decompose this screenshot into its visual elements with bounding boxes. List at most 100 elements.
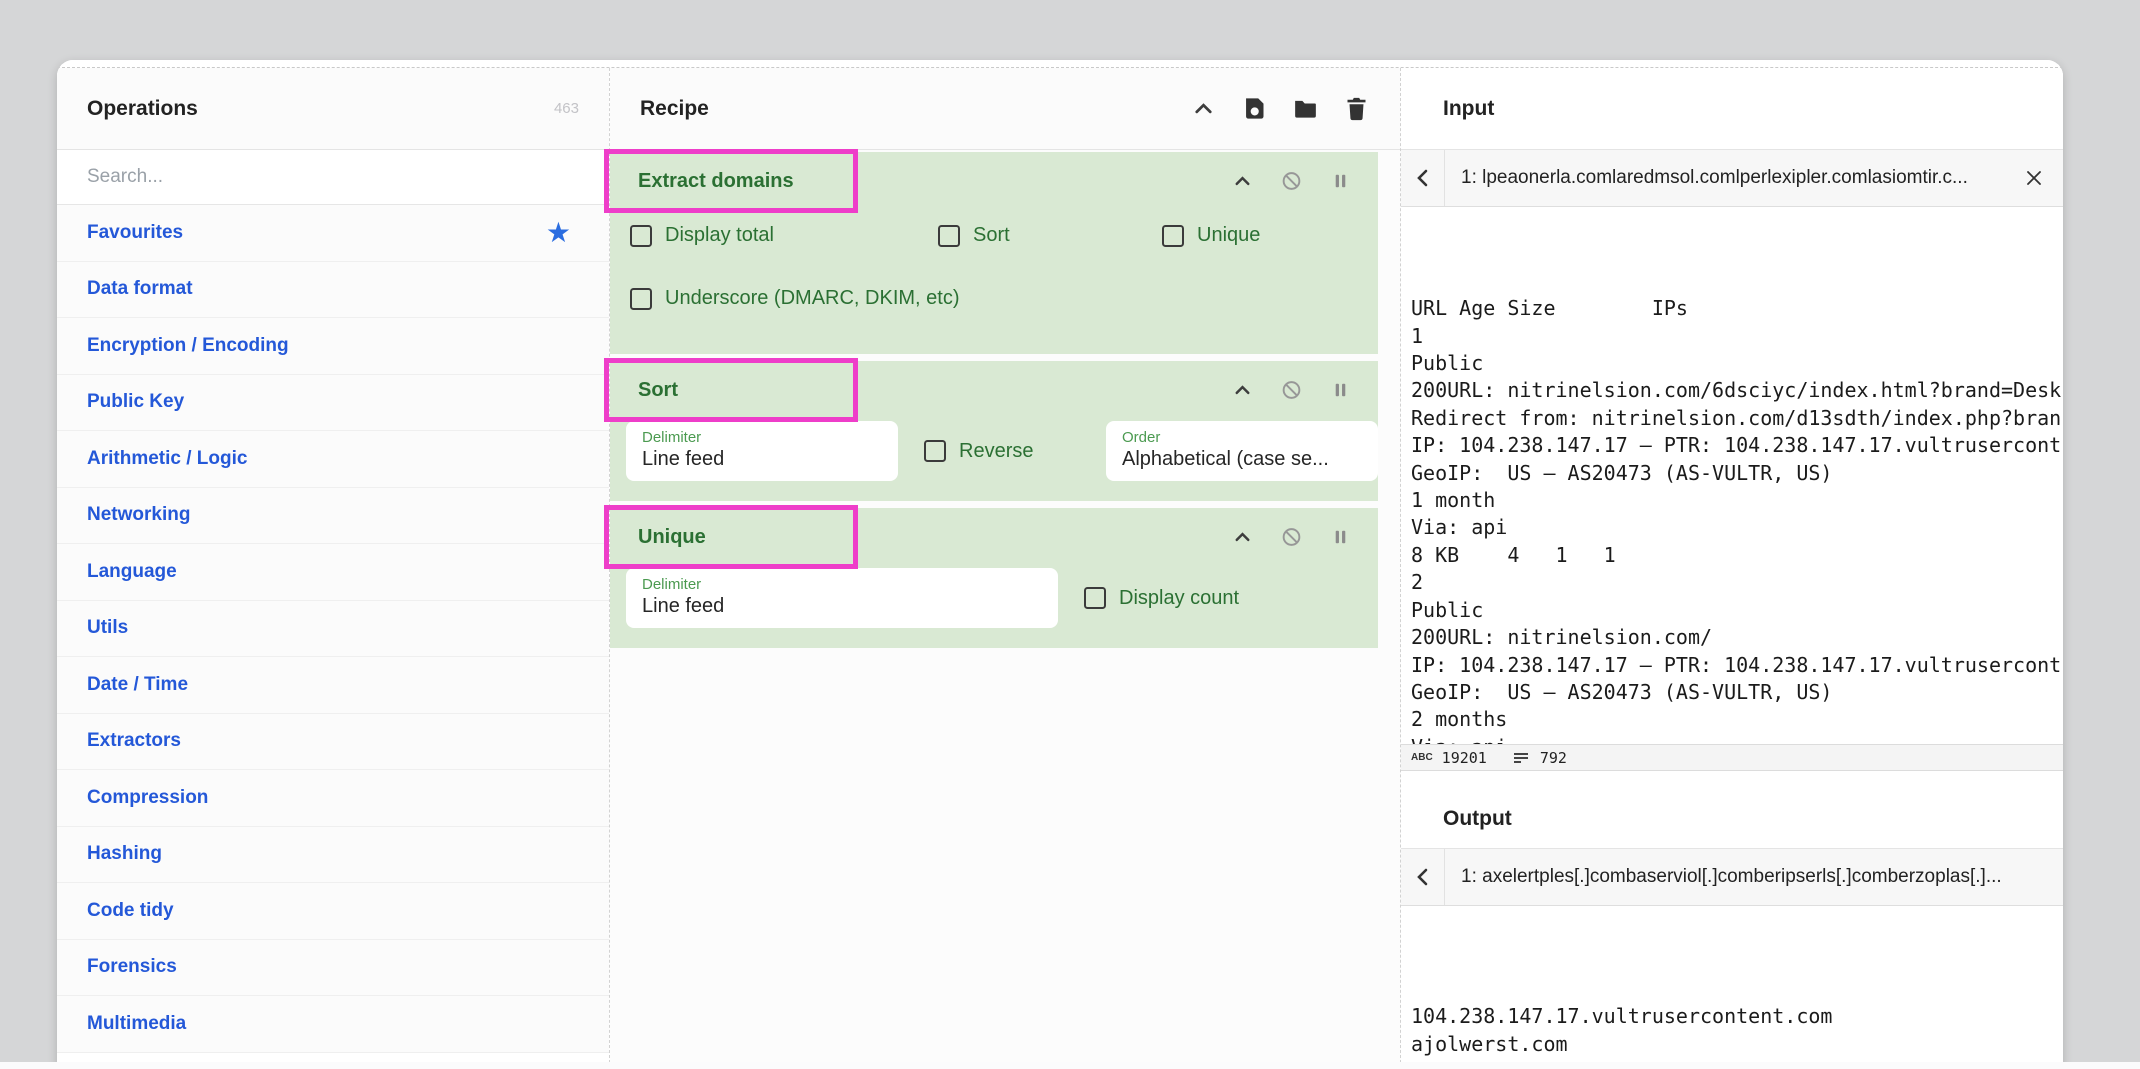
clear-recipe-trash-icon[interactable] — [1343, 95, 1370, 122]
output-title: Output — [1443, 807, 1512, 830]
checkbox-label: Unique — [1197, 224, 1261, 246]
input-line: Public — [1411, 597, 1484, 622]
category-row[interactable]: Multimedia — [57, 996, 609, 1053]
sort-delimiter-field[interactable]: Delimiter Line feed — [626, 421, 898, 481]
step-disable-icon[interactable] — [1280, 379, 1303, 402]
category-list: Favourites ★ Data format Encryption / En… — [57, 205, 609, 1053]
cyberchef-window: Operations 463 Favourites ★ Dat — [57, 60, 2063, 1069]
character-count-icon: ABC — [1411, 752, 1433, 763]
category-row[interactable]: Data format — [57, 261, 609, 318]
display-count-checkbox[interactable] — [1084, 587, 1106, 609]
field-value: Line feed — [642, 595, 725, 617]
category-label: Language — [87, 560, 177, 582]
step-options-row: Delimiter Line feed Display count — [610, 566, 1378, 648]
step-collapse-chevron-icon[interactable] — [1231, 170, 1254, 193]
field-value: Line feed — [642, 448, 725, 470]
step-controls — [1231, 170, 1352, 193]
reverse-checkbox[interactable] — [924, 440, 946, 462]
category-row[interactable]: Arithmetic / Logic — [57, 431, 609, 488]
input-line: IP: 104.238.147.17 – PTR: 104.238.147.17… — [1411, 433, 2062, 458]
category-row[interactable]: Forensics — [57, 939, 609, 996]
category-row[interactable]: Compression — [57, 770, 609, 827]
category-row[interactable]: Date / Time — [57, 657, 609, 714]
io-panel: Input 1: lpeaonerla.comlaredmsol.comlper… — [1401, 68, 2063, 1068]
output-tab-bar: 1: axelertples[.]combaserviol[.]comberip… — [1401, 849, 2063, 906]
input-tab-bar: 1: lpeaonerla.comlaredmsol.comlperlexipl… — [1401, 150, 2063, 207]
unique-checkbox[interactable] — [1162, 224, 1184, 247]
input-header: Input — [1401, 68, 2063, 150]
input-line: IP: 104.238.147.17 – PTR: 104.238.147.17… — [1411, 652, 2062, 677]
category-row[interactable]: Utils — [57, 600, 609, 657]
step-collapse-chevron-icon[interactable] — [1231, 526, 1254, 549]
underscore-option: Underscore (DMARC, DKIM, etc) — [630, 287, 1378, 310]
checkbox-label: Display total — [665, 224, 774, 246]
recipe-step-unique[interactable]: Unique Delimiter Line feed Display count — [604, 505, 1378, 648]
category-label: Data format — [87, 278, 193, 300]
step-title: Sort — [638, 378, 678, 401]
input-line: Via: api — [1411, 515, 1508, 540]
step-options-row: Delimiter Line feed Reverse Order Alphab… — [610, 419, 1378, 501]
input-line: URL Age Size IPs — [1411, 296, 1688, 321]
category-row[interactable]: Favourites ★ — [57, 205, 609, 262]
input-tab[interactable]: 1: lpeaonerla.comlaredmsol.comlperlexipl… — [1445, 167, 2019, 189]
step-title: Unique — [638, 525, 706, 548]
step-options-row: Display total Sort Unique — [610, 210, 1378, 247]
favourite-star-icon[interactable]: ★ — [546, 218, 571, 247]
input-line: Redirect from: nitrinelsion.com/d13sdth/… — [1411, 405, 2062, 430]
unique-delimiter-field[interactable]: Delimiter Line feed — [626, 568, 1058, 628]
display-total-option: Display total — [630, 224, 938, 247]
output-area: 104.238.147.17.vultrusercontent.com ajolw… — [1401, 906, 2063, 1068]
input-textarea[interactable]: URL Age Size IPs 1 Public 200URL: nitrinels… — [1401, 207, 2063, 744]
sort-order-field[interactable]: Order Alphabetical (case se... — [1106, 421, 1378, 481]
category-label: Hashing — [87, 843, 162, 865]
underscore-checkbox[interactable] — [630, 287, 652, 310]
collapse-chevron-up-icon[interactable] — [1190, 95, 1217, 122]
category-row[interactable]: Extractors — [57, 713, 609, 770]
display-total-checkbox[interactable] — [630, 224, 652, 247]
sort-checkbox[interactable] — [938, 224, 960, 247]
category-label: Arithmetic / Logic — [87, 447, 248, 469]
step-breakpoint-pause-icon[interactable] — [1329, 526, 1352, 549]
output-tab[interactable]: 1: axelertples[.]combaserviol[.]comberip… — [1445, 866, 2063, 888]
step-disable-icon[interactable] — [1280, 526, 1303, 549]
input-line: 200URL: nitrinelsion.com/6dsciyc/index.h… — [1411, 378, 2062, 403]
category-row[interactable]: Code tidy — [57, 883, 609, 940]
close-tab-button[interactable] — [2019, 169, 2063, 187]
checkbox-label: Sort — [973, 224, 1010, 246]
step-header: Extract domains — [604, 149, 1378, 213]
step-disable-icon[interactable] — [1280, 170, 1303, 193]
recipe-header: Recipe — [610, 68, 1400, 150]
category-label: Extractors — [87, 730, 181, 752]
step-breakpoint-pause-icon[interactable] — [1329, 379, 1352, 402]
character-count: 19201 — [1441, 748, 1487, 767]
category-row[interactable]: Encryption / Encoding — [57, 318, 609, 375]
recipe-step-extract-domains[interactable]: Extract domains Display total Sort Uniqu… — [604, 149, 1378, 354]
step-header: Unique — [604, 505, 1378, 569]
operations-title: Operations — [87, 96, 198, 120]
step-controls — [1231, 526, 1352, 549]
save-recipe-icon[interactable] — [1241, 95, 1268, 122]
step-collapse-chevron-icon[interactable] — [1231, 379, 1254, 402]
recipe-step-sort[interactable]: Sort Delimiter Line feed Reverse Order A… — [604, 358, 1378, 501]
load-recipe-folder-icon[interactable] — [1292, 95, 1319, 122]
category-row[interactable]: Public Key — [57, 374, 609, 431]
output-line: 104.238.147.17.vultrusercontent.com — [1411, 1003, 1833, 1028]
sort-option: Sort — [938, 224, 1162, 247]
previous-tab-button[interactable] — [1401, 150, 1445, 206]
checkbox-label: Reverse — [959, 439, 1034, 462]
recipe-controls — [1190, 95, 1370, 122]
category-row[interactable]: Networking — [57, 487, 609, 544]
input-line: 2 — [1411, 570, 1424, 595]
input-line: 1 month — [1411, 488, 1496, 513]
input-line: 200URL: nitrinelsion.com/ — [1411, 625, 1713, 650]
category-row[interactable]: Language — [57, 544, 609, 601]
io-splitter[interactable] — [1401, 771, 2063, 790]
search-input[interactable] — [57, 166, 609, 188]
chevron-left-icon — [1416, 868, 1427, 886]
step-breakpoint-pause-icon[interactable] — [1329, 170, 1352, 193]
category-row[interactable]: Hashing — [57, 826, 609, 883]
category-label: Utils — [87, 617, 129, 639]
input-line: Public — [1411, 351, 1484, 376]
operations-panel: Operations 463 Favourites ★ Dat — [57, 68, 610, 1068]
previous-tab-button[interactable] — [1401, 849, 1445, 905]
